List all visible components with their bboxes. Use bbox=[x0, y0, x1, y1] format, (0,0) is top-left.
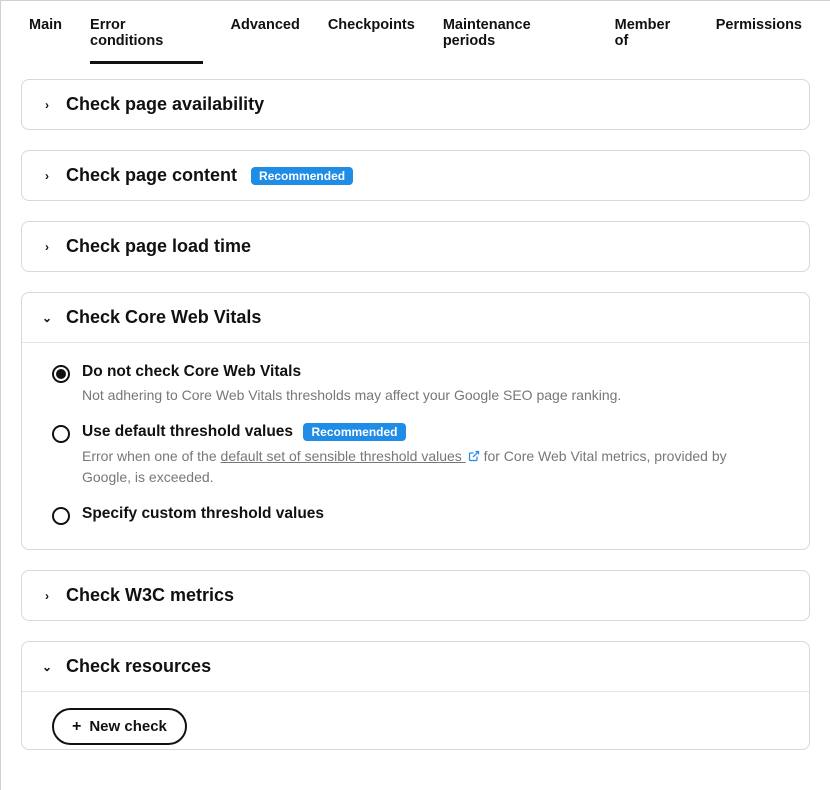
panel-header-cwv[interactable]: ⌄ Check Core Web Vitals bbox=[22, 293, 809, 342]
panel-resources: ⌄ Check resources + New check bbox=[21, 641, 810, 750]
radio-option-do-not-check[interactable]: Do not check Core Web Vitals Not adherin… bbox=[52, 363, 779, 405]
radio-input[interactable] bbox=[52, 365, 70, 383]
panel-title: Check page content bbox=[66, 165, 237, 186]
radio-description: Not adhering to Core Web Vitals threshol… bbox=[82, 385, 779, 405]
radio-label: Specify custom threshold values bbox=[82, 505, 324, 522]
tab-main[interactable]: Main bbox=[29, 11, 62, 64]
chevron-down-icon: ⌄ bbox=[42, 660, 52, 674]
panel-body-cwv: Do not check Core Web Vitals Not adherin… bbox=[22, 342, 809, 549]
tab-permissions[interactable]: Permissions bbox=[716, 11, 802, 64]
panel-title: Check page availability bbox=[66, 94, 264, 115]
chevron-right-icon: › bbox=[42, 589, 52, 603]
panel-body-resources: + New check bbox=[22, 691, 809, 749]
panel-title: Check W3C metrics bbox=[66, 585, 234, 606]
radio-label: Do not check Core Web Vitals bbox=[82, 363, 301, 380]
desc-text: Error when one of the bbox=[82, 448, 221, 464]
radio-input[interactable] bbox=[52, 507, 70, 525]
panel-title: Check page load time bbox=[66, 236, 251, 257]
tab-error-conditions[interactable]: Error conditions bbox=[90, 11, 202, 64]
panel-w3c-metrics: › Check W3C metrics bbox=[21, 570, 810, 621]
radio-label: Use default threshold values bbox=[82, 424, 293, 441]
new-check-button[interactable]: + New check bbox=[52, 708, 187, 745]
chevron-right-icon: › bbox=[42, 98, 52, 112]
panel-loadtime: › Check page load time bbox=[21, 221, 810, 272]
button-label: New check bbox=[89, 718, 167, 735]
panel-header-resources[interactable]: ⌄ Check resources bbox=[22, 642, 809, 691]
recommended-badge: Recommended bbox=[303, 423, 405, 441]
radio-description: Error when one of the default set of sen… bbox=[82, 446, 779, 488]
panel-title: Check Core Web Vitals bbox=[66, 307, 261, 328]
panel-availability: › Check page availability bbox=[21, 79, 810, 130]
panel-header-content[interactable]: › Check page content Recommended bbox=[22, 151, 809, 200]
chevron-right-icon: › bbox=[42, 240, 52, 254]
panel-title: Check resources bbox=[66, 656, 211, 677]
tab-member-of[interactable]: Member of bbox=[615, 11, 688, 64]
radio-input[interactable] bbox=[52, 425, 70, 443]
recommended-badge: Recommended bbox=[251, 167, 353, 185]
radio-option-custom-threshold[interactable]: Specify custom threshold values bbox=[52, 505, 779, 525]
panel-header-availability[interactable]: › Check page availability bbox=[22, 80, 809, 129]
chevron-right-icon: › bbox=[42, 169, 52, 183]
panel-content: › Check page content Recommended bbox=[21, 150, 810, 201]
panel-header-loadtime[interactable]: › Check page load time bbox=[22, 222, 809, 271]
chevron-down-icon: ⌄ bbox=[42, 311, 52, 325]
plus-icon: + bbox=[72, 719, 81, 735]
default-threshold-link[interactable]: default set of sensible threshold values bbox=[221, 448, 480, 464]
tab-bar: Main Error conditions Advanced Checkpoin… bbox=[1, 1, 830, 65]
panel-header-w3c[interactable]: › Check W3C metrics bbox=[22, 571, 809, 620]
external-link-icon bbox=[468, 447, 480, 467]
tab-advanced[interactable]: Advanced bbox=[231, 11, 300, 64]
panel-core-web-vitals: ⌄ Check Core Web Vitals Do not check Cor… bbox=[21, 292, 810, 550]
tab-checkpoints[interactable]: Checkpoints bbox=[328, 11, 415, 64]
tab-maintenance-periods[interactable]: Maintenance periods bbox=[443, 11, 587, 64]
radio-option-default-threshold[interactable]: Use default threshold values Recommended… bbox=[52, 423, 779, 487]
